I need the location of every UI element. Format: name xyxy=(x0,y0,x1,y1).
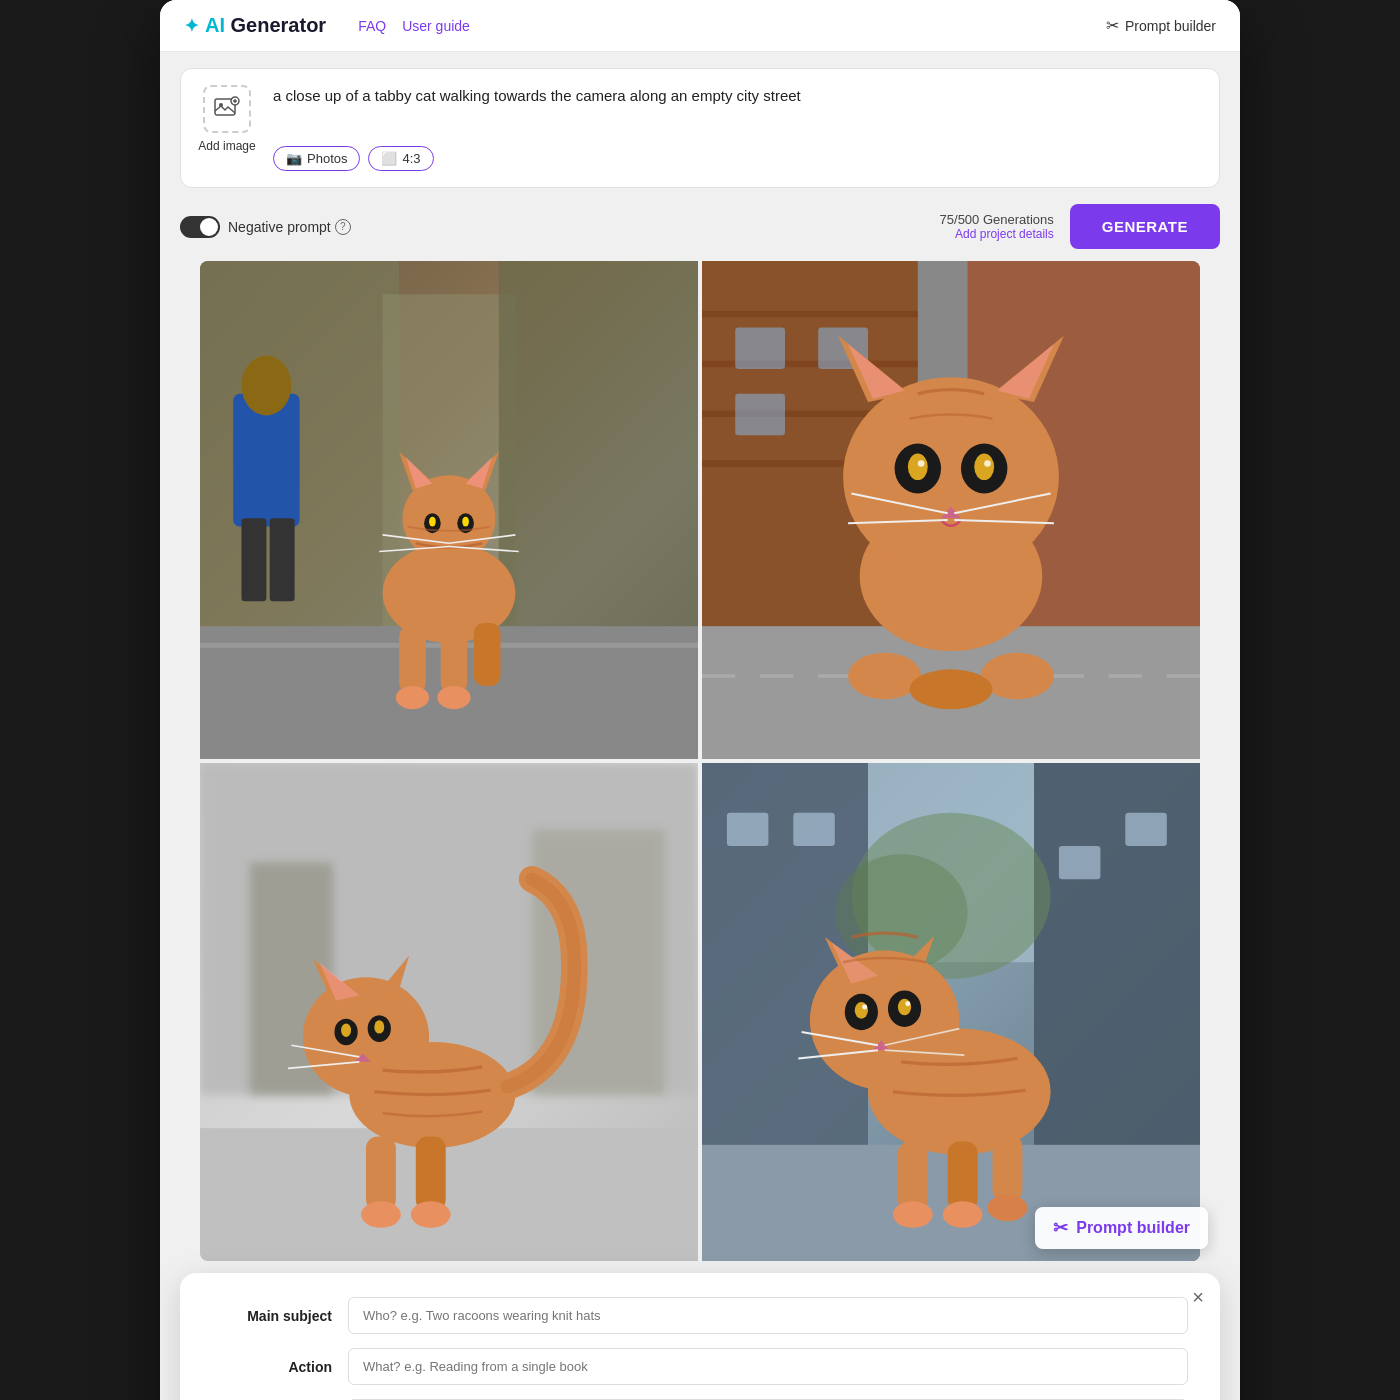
svg-rect-78 xyxy=(366,1137,396,1212)
scissors-float-icon: ✂ xyxy=(1053,1217,1068,1239)
add-image-label: Add image xyxy=(198,139,255,153)
svg-point-75 xyxy=(341,1024,351,1037)
main-subject-label: Main subject xyxy=(212,1308,332,1324)
generated-image-2[interactable] xyxy=(702,261,1200,759)
svg-point-110 xyxy=(893,1201,933,1228)
add-image-button[interactable]: Add image xyxy=(197,85,257,153)
app-container: ✦ AI Generator FAQ User guide ✂ Prompt b… xyxy=(160,0,1240,1400)
svg-point-27 xyxy=(437,686,470,709)
svg-point-54 xyxy=(984,460,991,467)
aspect-ratio-icon: ⬜ xyxy=(381,151,397,166)
logo: ✦ AI Generator xyxy=(184,14,326,37)
svg-rect-67 xyxy=(200,1128,698,1261)
svg-point-105 xyxy=(905,1001,910,1006)
user-guide-link[interactable]: User guide xyxy=(402,18,470,34)
svg-point-102 xyxy=(855,1002,868,1019)
logo-star-icon: ✦ xyxy=(184,15,199,37)
generations-info: 75/500 Generations Add project details xyxy=(940,212,1054,241)
prompt-text-input[interactable]: a close up of a tabby cat walking toward… xyxy=(273,85,1203,130)
generate-button[interactable]: GENERATE xyxy=(1070,204,1220,249)
svg-rect-109 xyxy=(993,1135,1023,1201)
prompt-builder-header-button[interactable]: ✂ Prompt builder xyxy=(1106,16,1216,35)
logo-ai-text: AI xyxy=(205,14,225,36)
svg-rect-12 xyxy=(270,518,295,601)
add-image-icon xyxy=(203,85,251,133)
generated-image-3[interactable] xyxy=(200,763,698,1261)
svg-rect-4 xyxy=(200,261,399,626)
prompt-builder-panel: × Main subject Action Surroundings Visua… xyxy=(180,1273,1220,1400)
svg-point-96 xyxy=(810,951,959,1090)
svg-point-69 xyxy=(303,977,429,1097)
action-label: Action xyxy=(212,1359,332,1375)
logo-text: AI Generator xyxy=(205,14,326,37)
svg-rect-6 xyxy=(499,261,698,676)
svg-point-10 xyxy=(242,356,292,416)
panel-close-button[interactable]: × xyxy=(1192,1287,1204,1307)
prompt-builder-float-label: Prompt builder xyxy=(1076,1219,1190,1237)
image-grid-wrapper: ✂ Prompt builder xyxy=(180,261,1220,1261)
add-project-link[interactable]: Add project details xyxy=(940,227,1054,241)
camera-icon: 📷 xyxy=(286,151,302,166)
photos-tag-label: Photos xyxy=(307,151,347,166)
prompt-builder-float-button[interactable]: ✂ Prompt builder xyxy=(1035,1207,1208,1249)
svg-rect-107 xyxy=(898,1141,928,1211)
svg-rect-87 xyxy=(727,813,769,846)
svg-rect-108 xyxy=(948,1141,978,1211)
svg-point-62 xyxy=(910,669,993,709)
svg-point-52 xyxy=(974,454,994,481)
svg-rect-89 xyxy=(1059,846,1101,879)
negative-prompt-help-icon[interactable]: ? xyxy=(335,219,351,235)
action-row: Action xyxy=(212,1348,1188,1385)
negative-prompt-toggle-container: Negative prompt ? xyxy=(180,216,351,238)
svg-point-53 xyxy=(918,460,925,467)
svg-rect-25 xyxy=(474,623,501,686)
svg-rect-36 xyxy=(702,361,918,368)
svg-point-104 xyxy=(862,1005,867,1010)
svg-point-112 xyxy=(988,1195,1028,1222)
generated-image-4[interactable] xyxy=(702,763,1200,1261)
svg-point-103 xyxy=(898,999,911,1016)
svg-point-76 xyxy=(374,1020,384,1033)
prompt-right: a close up of a tabby cat walking toward… xyxy=(273,85,1203,171)
negative-prompt-toggle[interactable] xyxy=(180,216,220,238)
svg-point-111 xyxy=(943,1201,983,1228)
svg-rect-86 xyxy=(1034,763,1200,1195)
aspect-ratio-tag-button[interactable]: ⬜ 4:3 xyxy=(368,146,433,171)
svg-point-80 xyxy=(361,1201,401,1228)
image-grid xyxy=(200,261,1200,1261)
generations-count: 75/500 Generations xyxy=(940,212,1054,227)
faq-link[interactable]: FAQ xyxy=(358,18,386,34)
photos-tag-button[interactable]: 📷 Photos xyxy=(273,146,360,171)
negative-prompt-label: Negative prompt ? xyxy=(228,219,351,235)
svg-point-22 xyxy=(462,517,469,527)
main-subject-row: Main subject xyxy=(212,1297,1188,1334)
svg-rect-11 xyxy=(242,518,267,601)
svg-rect-90 xyxy=(1125,813,1167,846)
svg-rect-79 xyxy=(416,1137,446,1212)
svg-point-44 xyxy=(843,377,1059,576)
svg-point-21 xyxy=(429,517,436,527)
svg-point-81 xyxy=(411,1201,451,1228)
svg-rect-39 xyxy=(735,327,785,369)
prompt-area: Add image a close up of a tabby cat walk… xyxy=(180,68,1220,188)
svg-rect-88 xyxy=(793,813,835,846)
svg-rect-23 xyxy=(399,626,426,692)
svg-point-26 xyxy=(396,686,429,709)
prompt-tags: 📷 Photos ⬜ 4:3 xyxy=(273,146,1203,171)
header-nav: FAQ User guide xyxy=(358,18,470,34)
controls-bar: Negative prompt ? 75/500 Generations Add… xyxy=(160,204,1240,261)
action-input[interactable] xyxy=(348,1348,1188,1385)
header: ✦ AI Generator FAQ User guide ✂ Prompt b… xyxy=(160,0,1240,52)
generated-image-1[interactable] xyxy=(200,261,698,759)
svg-rect-41 xyxy=(735,394,785,436)
aspect-ratio-tag-label: 4:3 xyxy=(402,151,420,166)
main-subject-input[interactable] xyxy=(348,1297,1188,1334)
svg-rect-35 xyxy=(702,311,918,318)
svg-rect-24 xyxy=(441,626,468,692)
scissors-icon: ✂ xyxy=(1106,16,1119,35)
svg-point-51 xyxy=(908,454,928,481)
prompt-builder-header-label: Prompt builder xyxy=(1125,18,1216,34)
